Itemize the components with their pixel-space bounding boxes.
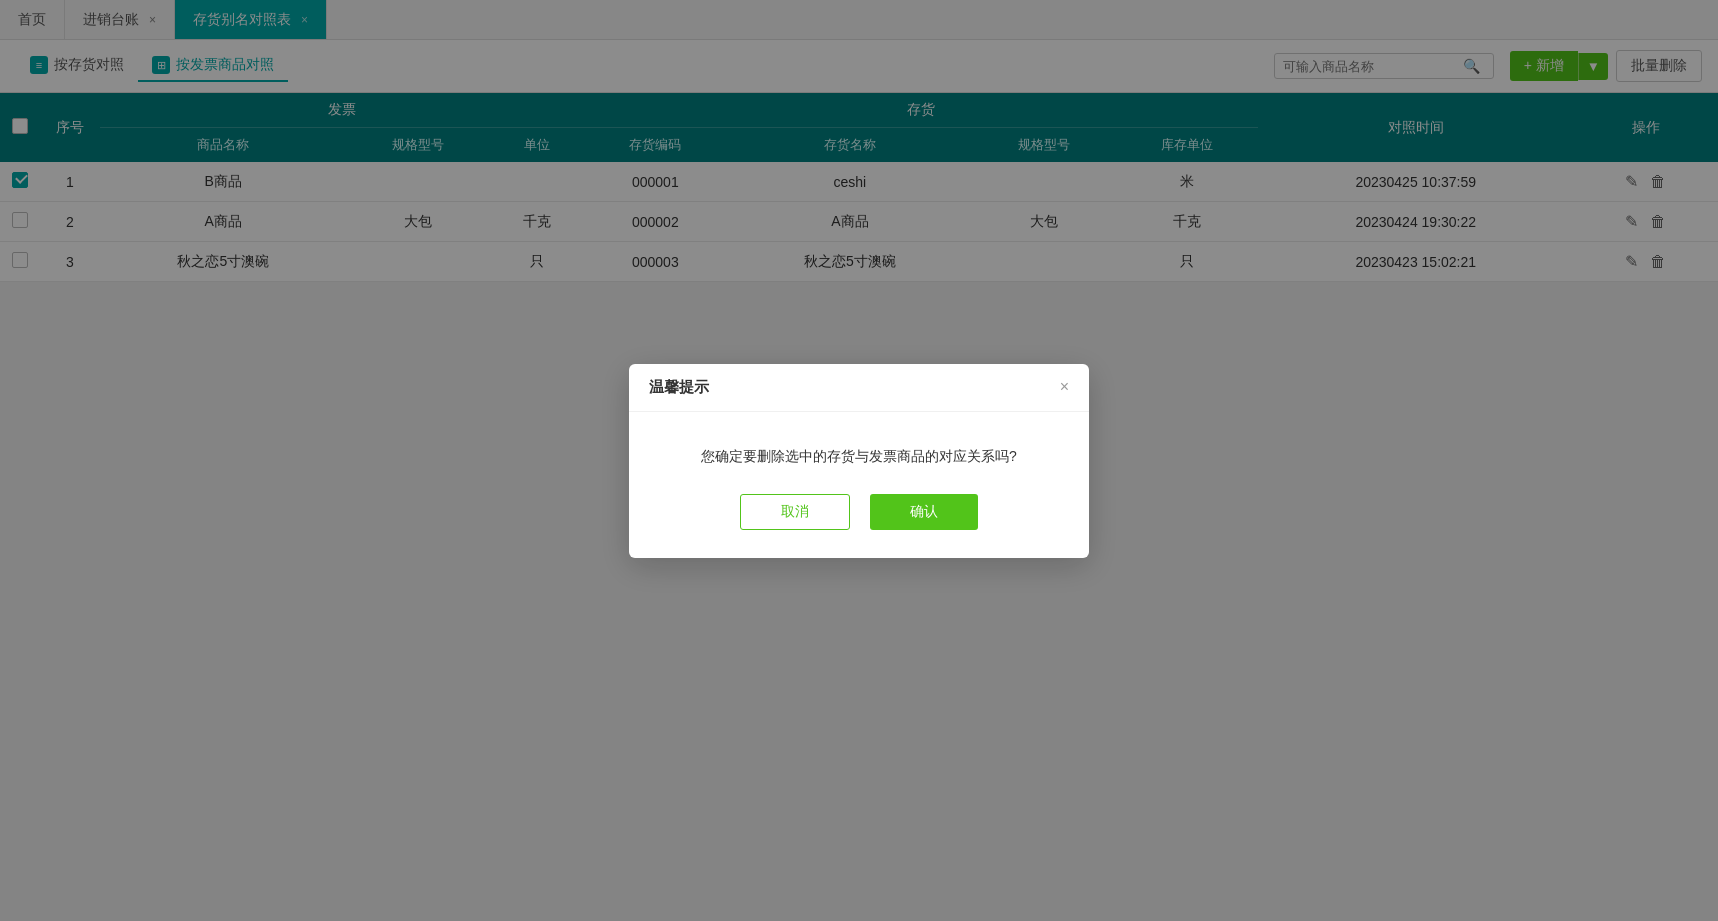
modal-footer: 取消 确认: [629, 494, 1089, 558]
modal-body: 您确定要删除选中的存货与发票商品的对应关系吗?: [629, 412, 1089, 494]
modal-confirm-button[interactable]: 确认: [870, 494, 978, 530]
modal-dialog: 温馨提示 × 您确定要删除选中的存货与发票商品的对应关系吗? 取消 确认: [629, 364, 1089, 558]
modal-message: 您确定要删除选中的存货与发票商品的对应关系吗?: [701, 448, 1017, 464]
modal-title: 温馨提示: [649, 378, 709, 397]
modal-close-button[interactable]: ×: [1060, 379, 1069, 395]
modal-header: 温馨提示 ×: [629, 364, 1089, 412]
modal-overlay: 温馨提示 × 您确定要删除选中的存货与发票商品的对应关系吗? 取消 确认: [0, 0, 1718, 921]
modal-cancel-button[interactable]: 取消: [740, 494, 850, 530]
